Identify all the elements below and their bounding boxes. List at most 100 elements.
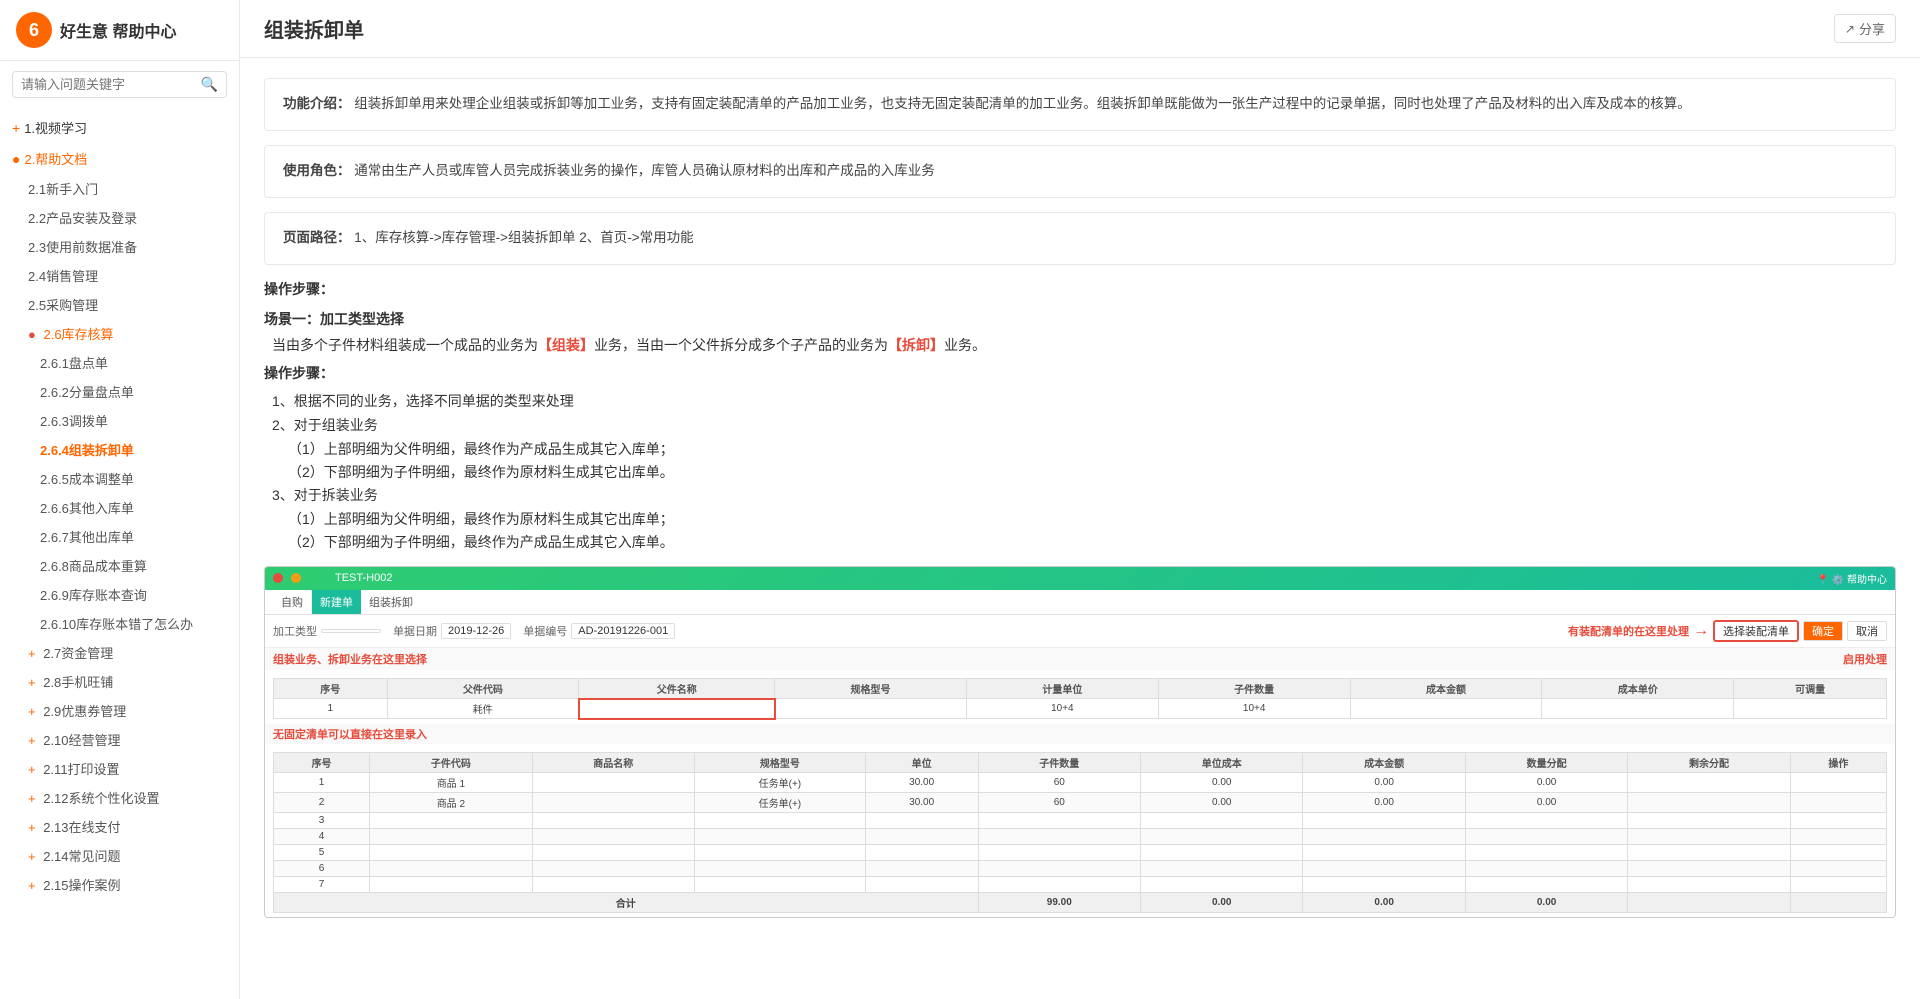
- sc-type-label: 加工类型: [273, 623, 317, 639]
- sc-confirm-btn[interactable]: 确定: [1803, 621, 1843, 641]
- sc-top-row-1: 1 耗件 10+4 10+4: [274, 699, 1887, 719]
- sidebar-nav: + 1.视频学习 ● 2.帮助文档 2.1新手入门 2.2产品安装及登录 2.3…: [0, 108, 239, 999]
- sc-nav-home: 自购: [273, 590, 312, 614]
- screenshot-nav-icons: 📍 ⚙️ 帮助中心: [1817, 571, 1887, 586]
- collapse-icon-inventory: ●: [28, 327, 36, 342]
- app-logo: 6: [16, 12, 52, 48]
- sidebar-item-other-instock[interactable]: 2.6.6其他入库单: [0, 493, 239, 522]
- search-icon[interactable]: 🔍: [201, 76, 218, 93]
- annotation-assembly-list: 有装配清单的在这里处理: [1568, 623, 1689, 639]
- main-header: 组装拆卸单 ↗ 分享: [240, 0, 1920, 58]
- sidebar-item-inventory-error[interactable]: 2.6.10库存账本错了怎么办: [0, 609, 239, 638]
- sc-bottom-row-1: 1 商品 1 任务单(+) 30.00 60 0.00 0.00 0.00: [274, 772, 1887, 792]
- sc-th-unit: 计量单位: [966, 678, 1158, 699]
- collapse-icon: ●: [12, 151, 20, 167]
- annotation-direct-input: 无固定清单可以直接在这里录入: [273, 729, 427, 741]
- sidebar-item-inventory-ledger[interactable]: 2.6.9库存账本查询: [0, 580, 239, 609]
- sc-th-seq: 序号: [274, 678, 388, 699]
- sidebar-item-data-prep[interactable]: 2.3使用前数据准备: [0, 232, 239, 261]
- path-label: 页面路径：: [283, 230, 351, 245]
- sidebar-item-coupon[interactable]: + 2.9优惠券管理: [0, 696, 239, 725]
- sidebar-item-sales[interactable]: 2.4销售管理: [0, 261, 239, 290]
- annotation-arrow1: →: [1693, 622, 1709, 640]
- page-title: 组装拆卸单: [264, 14, 364, 43]
- screenshot: TEST-H002 📍 ⚙️ 帮助中心 自购 新建单 组装拆卸 加工类型 单据日…: [264, 566, 1896, 918]
- step2: 2、对于组装业务: [272, 415, 1896, 435]
- role-text: 通常由生产人员或库管人员完成拆装业务的操作，库管人员确认原材料的出库和产成品的入…: [354, 163, 935, 178]
- sidebar-item-mobile[interactable]: + 2.8手机旺铺: [0, 667, 239, 696]
- sidebar-item-other-outstock[interactable]: 2.6.7其他出库单: [0, 522, 239, 551]
- sidebar-item-online-payment[interactable]: + 2.13在线支付: [0, 812, 239, 841]
- sc-nav-new: 新建单: [312, 590, 361, 614]
- sc-th-spec: 规格型号: [775, 678, 967, 699]
- sidebar-item-finance[interactable]: + 2.7资金管理: [0, 638, 239, 667]
- screenshot-nav: 自购 新建单 组装拆卸: [265, 590, 1895, 615]
- sc-cancel-btn[interactable]: 取消: [1847, 621, 1887, 641]
- sc-bottom-row-2: 2 商品 2 任务单(+) 30.00 60 0.00 0.00 0.00: [274, 792, 1887, 812]
- sidebar-item-operation[interactable]: + 2.10经营管理: [0, 725, 239, 754]
- sidebar-item-install[interactable]: 2.2产品安装及登录: [0, 203, 239, 232]
- sidebar-item-partial-stocktake[interactable]: 2.6.2分量盘点单: [0, 377, 239, 406]
- annotation-enable: 启用处理: [1843, 651, 1887, 667]
- annotation-business-type: 组装业务、拆卸业务在这里选择: [273, 651, 427, 667]
- sidebar-item-help-docs[interactable]: ● 2.帮助文档: [0, 143, 239, 174]
- step2-2: （2）下部明细为子件明细，最终作为原材料生成其它出库单。: [288, 462, 1896, 482]
- sc-th-unit-cost: 成本单价: [1542, 678, 1734, 699]
- main-area: 组装拆卸单 ↗ 分享 功能介绍： 组装拆卸单用来处理企业组装或拆卸等加工业务，支…: [240, 0, 1920, 999]
- screenshot-top-table: 序号 父件代码 父件名称 规格型号 计量单位 子件数量 成本金额 成本单价 可调…: [265, 670, 1895, 724]
- search-bar[interactable]: 🔍: [12, 71, 227, 98]
- sidebar-item-customize[interactable]: + 2.12系统个性化设置: [0, 783, 239, 812]
- sidebar-item-beginner[interactable]: 2.1新手入门: [0, 174, 239, 203]
- sidebar-item-purchase[interactable]: 2.5采购管理: [0, 290, 239, 319]
- share-button[interactable]: ↗ 分享: [1834, 14, 1896, 43]
- path-block: 页面路径： 1、库存核算->库存管理->组装拆卸单 2、首页->常用功能: [264, 212, 1896, 265]
- intro-block: 功能介绍： 组装拆卸单用来处理企业组装或拆卸等加工业务，支持有固定装配清单的产品…: [264, 78, 1896, 131]
- sidebar-item-faq[interactable]: + 2.14常见问题: [0, 841, 239, 870]
- sc-th-qty: 子件数量: [1158, 678, 1350, 699]
- intro-label: 功能介绍：: [283, 96, 351, 111]
- steps-section: 操作步骤： 场景一：加工类型选择 当由多个子件材料组装成一个成品的业务为【组装】…: [264, 279, 1896, 552]
- sc-bottom-row-5: 5: [274, 844, 1887, 860]
- role-label: 使用角色：: [283, 163, 351, 178]
- intro-text: 组装拆卸单用来处理企业组装或拆卸等加工业务，支持有固定装配清单的产品加工业务，也…: [354, 96, 1691, 111]
- sidebar-item-assembly[interactable]: 2.6.4组装拆卸单: [0, 435, 239, 464]
- sc-th-cost: 成本金额: [1350, 678, 1542, 699]
- step3-1: （1）上部明细为父件明细，最终作为原材料生成其它出库单；: [288, 509, 1896, 529]
- sc-th-parent-code: 父件代码: [387, 678, 579, 699]
- sc-th-adjustable: 可调量: [1734, 678, 1887, 699]
- sc-order-label: 单据编号: [523, 623, 567, 639]
- step1: 1、根据不同的业务，选择不同单据的类型来处理: [272, 391, 1896, 411]
- steps-label: 操作步骤：: [264, 279, 1896, 299]
- sidebar-item-transfer[interactable]: 2.6.3调拨单: [0, 406, 239, 435]
- sc-bottom-row-3: 3: [274, 812, 1887, 828]
- sc-bottom-table: 序号 子件代码 商品名称 规格型号 单位 子件数量 单位成本 成本金额 数量分配…: [273, 752, 1887, 913]
- sidebar-item-cost-recalc[interactable]: 2.6.8商品成本重算: [0, 551, 239, 580]
- scenario1-steps-title: 操作步骤：: [264, 363, 1896, 383]
- screenshot-bottom-table: 序号 子件代码 商品名称 规格型号 单位 子件数量 单位成本 成本金额 数量分配…: [265, 744, 1895, 917]
- path-text: 1、库存核算->库存管理->组装拆卸单 2、首页->常用功能: [354, 230, 693, 245]
- sidebar-header: 6 好生意 帮助中心: [0, 0, 239, 61]
- sc-select-list-btn[interactable]: 选择装配清单: [1713, 620, 1799, 642]
- step2-1: （1）上部明细为父件明细，最终作为产成品生成其它入库单；: [288, 439, 1896, 459]
- sc-top-table: 序号 父件代码 父件名称 规格型号 计量单位 子件数量 成本金额 成本单价 可调…: [273, 678, 1887, 720]
- sc-type-field: [321, 629, 381, 633]
- sc-nav-assembly: 组装拆卸: [361, 590, 421, 614]
- role-block: 使用角色： 通常由生产人员或库管人员完成拆装业务的操作，库管人员确认原材料的出库…: [264, 145, 1896, 198]
- sidebar-item-cases[interactable]: + 2.15操作案例: [0, 870, 239, 899]
- sidebar-item-cost-adjust[interactable]: 2.6.5成本调整单: [0, 464, 239, 493]
- sidebar-item-video-learning[interactable]: + 1.视频学习: [0, 112, 239, 143]
- screenshot-fields: 加工类型 单据日期 2019-12-26 单据编号 AD-20191226-00…: [265, 615, 1895, 648]
- step3-2: （2）下部明细为子件明细，最终作为产成品生成其它入库单。: [288, 532, 1896, 552]
- screenshot-annotation-row: 组装业务、拆卸业务在这里选择 启用处理: [265, 648, 1895, 670]
- app-name: 好生意 帮助中心: [60, 18, 176, 42]
- sc-bottom-row-6: 6: [274, 860, 1887, 876]
- sidebar-item-print[interactable]: + 2.11打印设置: [0, 754, 239, 783]
- sc-bottom-row-4: 4: [274, 828, 1887, 844]
- sidebar-item-stocktake[interactable]: 2.6.1盘点单: [0, 348, 239, 377]
- sc-date-field: 2019-12-26: [441, 623, 511, 639]
- expand-icon-finance: +: [28, 646, 36, 661]
- sidebar-item-inventory[interactable]: ● 2.6库存核算: [0, 319, 239, 348]
- search-input[interactable]: [21, 77, 201, 92]
- sc-th-parent-name: 父件名称: [579, 678, 775, 699]
- sc-order-field: AD-20191226-001: [571, 623, 675, 639]
